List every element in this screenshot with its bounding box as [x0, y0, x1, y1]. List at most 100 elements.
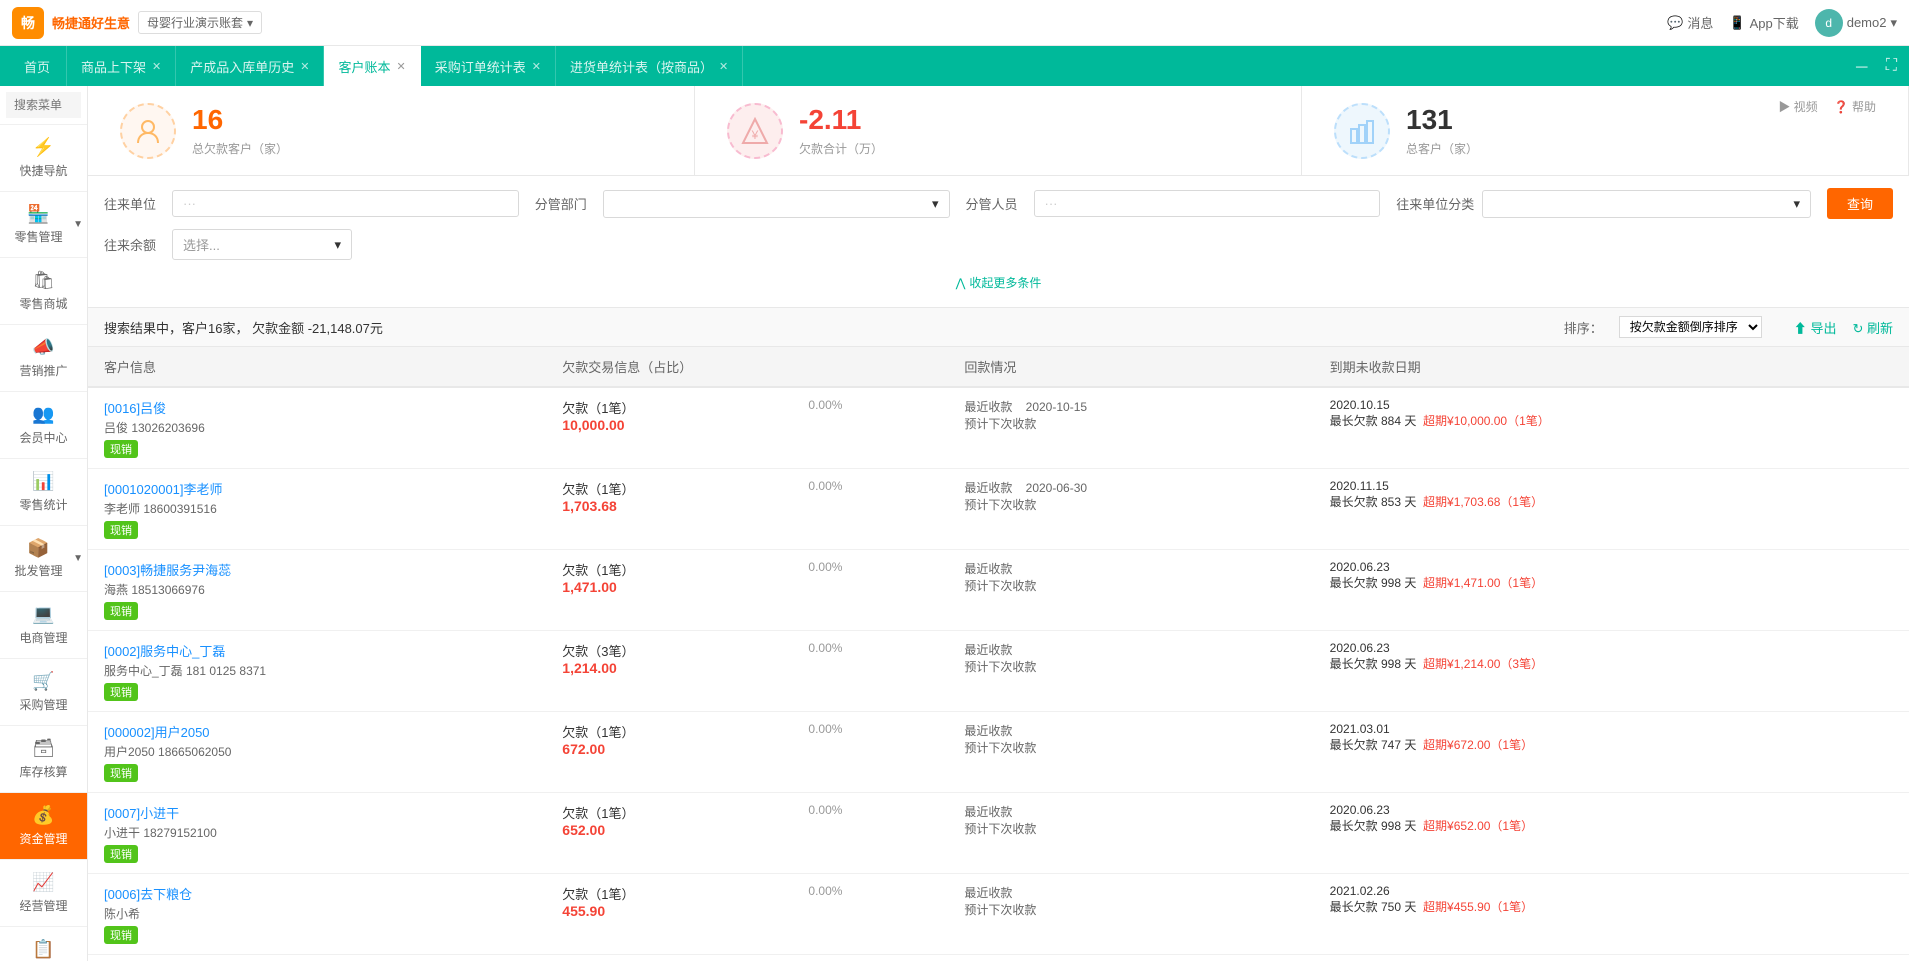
- chevron-down-dept: ▾: [932, 196, 939, 212]
- chevron-down-balance: ▾: [334, 237, 341, 253]
- collapse-bar[interactable]: ⋀ 收起更多条件: [104, 270, 1893, 295]
- sidebar-item-member[interactable]: 👥 会员中心: [0, 392, 87, 459]
- tab-close-purchase-summary[interactable]: ✕: [532, 60, 541, 73]
- overdue-link[interactable]: 超期¥10,000.00（1笔）: [1423, 414, 1550, 428]
- collection-next: 预计下次收款: [964, 577, 1297, 594]
- tab-maximize-btn[interactable]: ⛶: [1882, 57, 1901, 75]
- sidebar-item-retail-stats[interactable]: 📊 零售统计: [0, 459, 87, 526]
- collection-next: 预计下次收款: [964, 739, 1297, 756]
- sidebar-item-finance[interactable]: 💰 资金管理: [0, 793, 87, 860]
- debt-info-cell: 欠款（3笔） 1,214.00: [546, 631, 792, 712]
- operations-icon: 📈: [32, 872, 54, 893]
- refresh-btn[interactable]: ↻ 刷新: [1852, 318, 1893, 337]
- tab-production-history[interactable]: 产成品入库单历史 ✕: [176, 46, 324, 86]
- tab-products-off[interactable]: 商品上下架 ✕: [67, 46, 176, 86]
- debt-count: 欠款（1笔）: [562, 560, 776, 579]
- customer-tag: 现销: [104, 845, 138, 863]
- tab-minimize-btn[interactable]: －: [1850, 54, 1874, 78]
- sidebar-item-retail-mgmt[interactable]: 🏪 零售管理 ▼: [0, 192, 87, 258]
- customer-code-link[interactable]: [000002]用户2050: [104, 725, 210, 740]
- customer-info-cell: [0006]去下粮仓 陈小希 现销: [88, 874, 546, 955]
- customer-code-link[interactable]: [0002]服务中心_丁磊: [104, 644, 225, 659]
- due-date-value: 2021.03.01: [1330, 722, 1893, 736]
- tab-close-customer-account[interactable]: ✕: [397, 60, 406, 73]
- balance-input[interactable]: 选择... ▾: [172, 229, 352, 260]
- customer-code-link[interactable]: [0001020001]李老师: [104, 482, 223, 497]
- overdue-link[interactable]: 超期¥652.00（1笔）: [1423, 819, 1533, 833]
- collection-last: 最近收款: [964, 722, 1297, 739]
- overdue-link[interactable]: 超期¥672.00（1笔）: [1423, 738, 1533, 752]
- stats-bar: 16 总欠款客户（家） ¥ -2.11 欠款合计（万）: [88, 86, 1909, 176]
- tab-import-summary[interactable]: 进货单统计表（按商品） ✕: [556, 46, 743, 86]
- message-btn[interactable]: 💬 消息: [1667, 13, 1713, 32]
- filter-source-unit-label: 往来单位: [104, 194, 164, 213]
- export-btn[interactable]: ⬆ 导出: [1794, 318, 1837, 337]
- debt-info-cell: 欠款（1笔） 10,000.00: [546, 387, 792, 469]
- customer-code-link[interactable]: [0016]吕俊: [104, 401, 166, 416]
- video-btn[interactable]: ▶ 视频: [1778, 98, 1817, 115]
- customer-tag: 现销: [104, 602, 138, 620]
- department-input[interactable]: ▾: [603, 190, 950, 218]
- tab-close-import-summary[interactable]: ✕: [719, 60, 728, 73]
- debt-count: 欠款（1笔）: [562, 803, 776, 822]
- sidebar-item-ecommerce[interactable]: 💻 电商管理: [0, 592, 87, 659]
- th-collection: 回款情况: [948, 347, 1313, 387]
- due-date-value: 2020.06.23: [1330, 560, 1893, 574]
- table-container: 客户信息 欠款交易信息（占比） 回款情况 到期未收款日期 [0016]吕俊 吕俊…: [88, 347, 1909, 961]
- sidebar-item-retail-mall[interactable]: 🛍 零售商城: [0, 258, 87, 325]
- source-unit-input[interactable]: ···: [172, 190, 519, 217]
- unit-category-input[interactable]: ▾: [1482, 190, 1811, 218]
- sidebar-item-operations[interactable]: 📈 经营管理: [0, 860, 87, 927]
- sort-select[interactable]: 按欠款金额倒序排序: [1619, 316, 1762, 338]
- tab-purchase-summary[interactable]: 采购订单统计表 ✕: [421, 46, 556, 86]
- due-date-value: 2021.02.26: [1330, 884, 1893, 898]
- sidebar-item-basic-info[interactable]: 📋 基础信息: [0, 927, 87, 961]
- sidebar-item-batch-mgmt[interactable]: 📦 批发管理 ▼: [0, 526, 87, 592]
- debt-count: 欠款（3笔）: [562, 641, 776, 660]
- table-row: [0002]服务中心_丁磊 服务中心_丁磊 181 0125 8371 现销 欠…: [88, 631, 1909, 712]
- sidebar-item-nav[interactable]: ⚡ 快捷导航: [0, 125, 87, 192]
- app-download-btn[interactable]: 📱 App下载: [1729, 13, 1798, 32]
- help-btn[interactable]: ❓ 帮助: [1834, 98, 1876, 115]
- download-icon: 📱: [1729, 15, 1745, 31]
- stat-debt-customers-info: 16 总欠款客户（家）: [192, 104, 288, 157]
- customer-code-link[interactable]: [0006]去下粮仓: [104, 887, 192, 902]
- stat-debt-amount: ¥ -2.11 欠款合计（万）: [695, 86, 1302, 175]
- collapse-icon: ⋀: [956, 276, 966, 290]
- tab-customer-account[interactable]: 客户账本 ✕: [324, 46, 420, 86]
- collection-last: 最近收款 2020-06-30: [964, 479, 1297, 496]
- overdue-link[interactable]: 超期¥1,703.68（1笔）: [1423, 495, 1543, 509]
- filter-manager: 分管人员 ···: [966, 190, 1381, 217]
- results-bar: 搜索结果中，客户16家， 欠款金额 -21,148.07元 排序： 按欠款金额倒…: [88, 308, 1909, 347]
- results-info: 搜索结果中，客户16家， 欠款金额 -21,148.07元: [104, 318, 383, 337]
- sidebar-item-inventory[interactable]: 🗃 库存核算: [0, 726, 87, 793]
- overdue-link[interactable]: 超期¥455.90（1笔）: [1423, 900, 1533, 914]
- tab-home[interactable]: 首页: [8, 46, 67, 86]
- overdue-info: 最长欠款 998 天 超期¥1,214.00（3笔）: [1330, 655, 1893, 672]
- sidebar-item-purchase[interactable]: 🛒 采购管理: [0, 659, 87, 726]
- debt-customers-icon: [120, 103, 176, 159]
- sidebar-item-marketing[interactable]: 📣 营销推广: [0, 325, 87, 392]
- tab-close-products-off[interactable]: ✕: [152, 60, 161, 73]
- debt-amount-value: -2.11: [799, 104, 883, 136]
- top-right: 💬 消息 📱 App下载 d demo2 ▾: [1667, 9, 1897, 37]
- table-row: [0003]畅捷服务尹海蕊 海燕 18513066976 现销 欠款（1笔） 1…: [88, 550, 1909, 631]
- manager-input[interactable]: ···: [1034, 190, 1381, 217]
- sidebar-search-box: [0, 86, 87, 125]
- search-button[interactable]: 查询: [1827, 188, 1893, 219]
- due-date-cell: 2020.06.23 最长欠款 998 天 超期¥1,471.00（1笔）: [1314, 550, 1909, 631]
- overdue-link[interactable]: 超期¥1,471.00（1笔）: [1423, 576, 1543, 590]
- table-row: [0007]小进干 小进干 18279152100 现销 欠款（1笔） 652.…: [88, 793, 1909, 874]
- user-menu[interactable]: d demo2 ▾: [1815, 9, 1897, 37]
- customer-code-link[interactable]: [0007]小进干: [104, 806, 179, 821]
- app-selector[interactable]: 母婴行业演示账套 ▾: [138, 11, 262, 34]
- customer-code-link[interactable]: [0003]畅捷服务尹海蕊: [104, 563, 231, 578]
- finance-icon: 💰: [32, 805, 54, 826]
- debt-ratio-cell: 0.00%: [792, 712, 948, 793]
- customer-name: 服务中心_丁磊 181 0125 8371: [104, 662, 530, 679]
- sidebar-search-input[interactable]: [6, 92, 81, 118]
- tab-close-production-history[interactable]: ✕: [300, 60, 309, 73]
- debt-info-cell: 欠款（1笔） 652.00: [546, 793, 792, 874]
- overdue-link[interactable]: 超期¥1,214.00（3笔）: [1423, 657, 1543, 671]
- total-customers-label: 总客户（家）: [1406, 140, 1478, 157]
